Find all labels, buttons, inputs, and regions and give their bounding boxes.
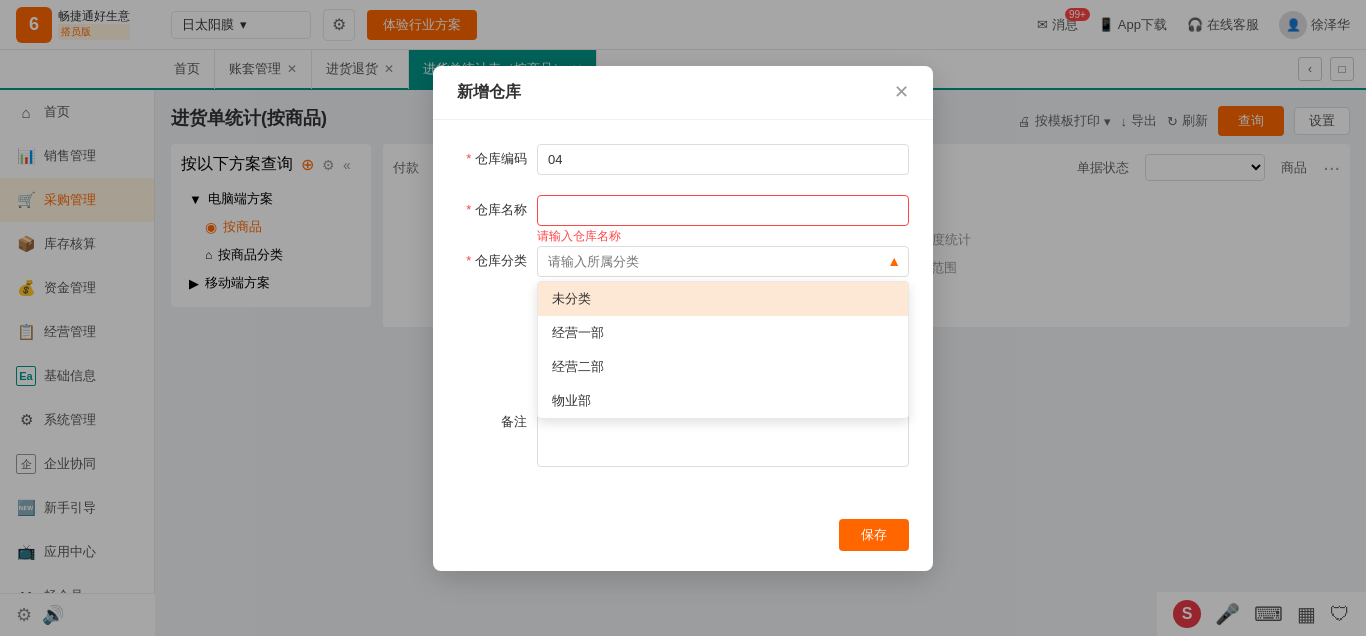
dropdown-item-unclassified[interactable]: 未分类 <box>538 282 908 316</box>
modal-header: 新增仓库 ✕ <box>433 66 933 120</box>
dropdown-item-property[interactable]: 物业部 <box>538 384 908 418</box>
category-dropdown: 未分类 经营一部 经营二部 物业部 <box>537 281 909 419</box>
modal-close-button[interactable]: ✕ <box>894 83 909 101</box>
name-label: 仓库名称 <box>457 195 537 219</box>
dropdown-item-dept2[interactable]: 经营二部 <box>538 350 908 384</box>
form-row-code: 仓库编码 <box>457 144 909 175</box>
modal-body: 仓库编码 仓库名称 请输入仓库名称 仓库分类 ▲ <box>433 120 933 507</box>
form-row-category: 仓库分类 ▲ 未分类 经营一部 经营二部 物业部 <box>457 246 909 277</box>
warehouse-code-input[interactable] <box>537 144 909 175</box>
modal-overlay: 新增仓库 ✕ 仓库编码 仓库名称 请输入仓库名称 仓库分类 <box>0 0 1366 636</box>
note-label: 备注 <box>457 407 537 431</box>
name-error-msg: 请输入仓库名称 <box>537 228 621 245</box>
new-warehouse-modal: 新增仓库 ✕ 仓库编码 仓库名称 请输入仓库名称 仓库分类 <box>433 66 933 571</box>
code-input-wrap <box>537 144 909 175</box>
name-input-wrap: 请输入仓库名称 <box>537 195 909 226</box>
category-input-wrap: ▲ 未分类 经营一部 经营二部 物业部 <box>537 246 909 277</box>
dropdown-item-dept1[interactable]: 经营一部 <box>538 316 908 350</box>
warehouse-category-input[interactable] <box>537 246 909 277</box>
modal-footer: 保存 <box>433 507 933 571</box>
save-button[interactable]: 保存 <box>839 519 909 551</box>
modal-title: 新增仓库 <box>457 82 521 103</box>
code-label: 仓库编码 <box>457 144 537 168</box>
warehouse-name-input[interactable] <box>537 195 909 226</box>
category-arrow-icon[interactable]: ▲ <box>887 253 901 269</box>
category-label: 仓库分类 <box>457 246 537 270</box>
form-row-name: 仓库名称 请输入仓库名称 <box>457 195 909 226</box>
